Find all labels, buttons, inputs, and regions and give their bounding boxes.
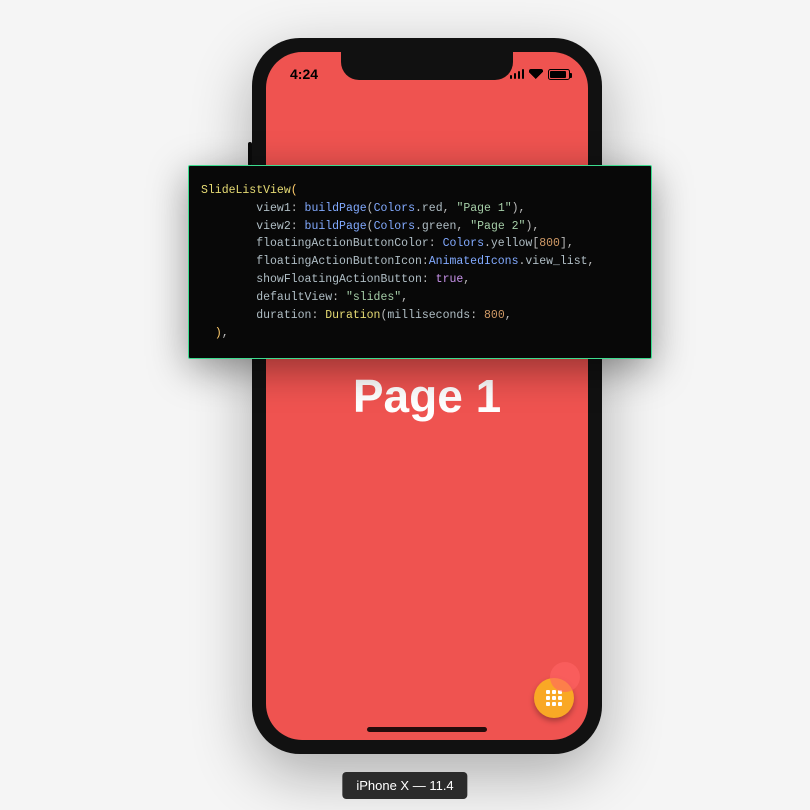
code-token: floatingActionButtonIcon — [256, 255, 422, 268]
battery-icon — [548, 69, 570, 80]
signal-icon — [510, 69, 525, 79]
mute-switch — [248, 142, 252, 166]
code-token: buildPage — [305, 202, 367, 215]
wifi-icon — [529, 69, 543, 79]
code-token: Duration — [325, 309, 380, 322]
code-token: red — [422, 202, 443, 215]
code-token: Colors — [374, 202, 415, 215]
code-token: yellow — [491, 237, 532, 250]
phone-frame: 4:24 Page 1 — [252, 38, 602, 754]
code-token: milliseconds — [387, 309, 470, 322]
phone-screen[interactable]: 4:24 Page 1 — [266, 52, 588, 740]
code-token: "slides" — [346, 291, 401, 304]
code-token: buildPage — [305, 220, 367, 233]
code-token: floatingActionButtonColor — [256, 237, 429, 250]
page-title: Page 1 — [266, 52, 588, 740]
code-snippet-overlay: SlideListView( view1: buildPage(Colors.r… — [188, 165, 652, 359]
code-token: showFloatingActionButton — [256, 273, 422, 286]
code-token: view1 — [256, 202, 291, 215]
device-label: iPhone X — 11.4 — [342, 772, 467, 799]
stage: 4:24 Page 1 SlideListView( view1: buildP… — [0, 0, 810, 810]
status-time: 4:24 — [290, 66, 318, 82]
touch-indicator — [550, 662, 580, 692]
code-token: duration — [256, 309, 311, 322]
code-token: SlideListView — [201, 184, 291, 197]
code-token: Colors — [374, 220, 415, 233]
code-token: Colors — [443, 237, 484, 250]
code-token: 800 — [484, 309, 505, 322]
code-token: view2 — [256, 220, 291, 233]
status-right — [510, 69, 571, 80]
code-token: defaultView — [256, 291, 332, 304]
code-token: green — [422, 220, 457, 233]
home-indicator[interactable] — [367, 727, 487, 732]
code-token: view_list — [525, 255, 587, 268]
code-token: "Page 2" — [470, 220, 525, 233]
notch — [341, 52, 513, 80]
code-token: 800 — [539, 237, 560, 250]
code-token: AnimatedIcons — [429, 255, 519, 268]
code-token: true — [436, 273, 464, 286]
code-token: "Page 1" — [456, 202, 511, 215]
grid-icon — [546, 690, 562, 706]
